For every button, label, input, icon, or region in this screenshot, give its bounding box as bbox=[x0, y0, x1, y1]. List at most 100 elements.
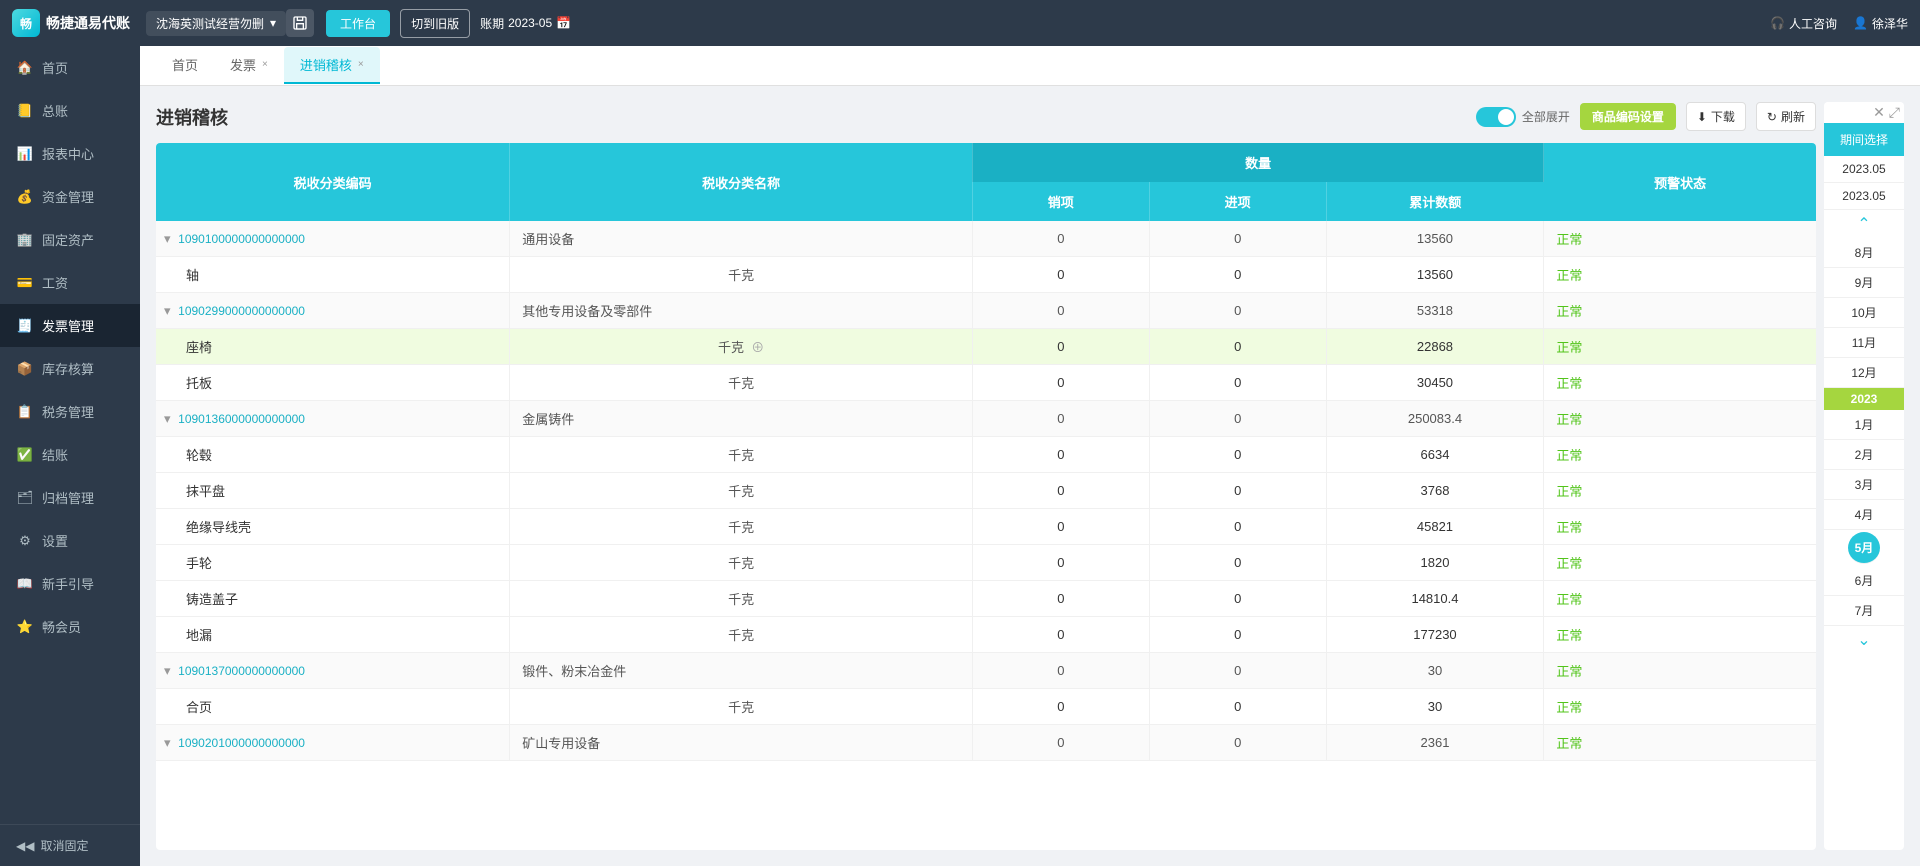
period-item-11[interactable]: 11月 bbox=[1824, 328, 1904, 358]
row-search-icon[interactable]: ⊕ bbox=[751, 340, 764, 355]
sidebar-item-inventory[interactable]: 📦 库存核算 bbox=[0, 347, 140, 390]
user-avatar-icon: 👤 bbox=[1853, 16, 1868, 30]
status-cell: 正常 bbox=[1544, 293, 1816, 329]
refresh-button[interactable]: ↻ 刷新 bbox=[1756, 102, 1816, 131]
period-info: 账期 2023-05 📅 bbox=[480, 15, 571, 32]
unit-cell: 千克 bbox=[510, 473, 973, 509]
sidebar-item-funds[interactable]: 💰 资金管理 bbox=[0, 175, 140, 218]
save-button[interactable] bbox=[286, 9, 314, 37]
purchase-cell: 0 bbox=[1149, 293, 1326, 329]
status-cell: 正常 bbox=[1544, 617, 1816, 653]
sidebar-label-payroll: 工资 bbox=[42, 273, 68, 292]
unit-cell: 千克 bbox=[510, 257, 973, 293]
collapse-icon[interactable]: ▾ bbox=[164, 411, 171, 426]
status-cell: 正常 bbox=[1544, 725, 1816, 761]
unit-cell: 千克 bbox=[510, 509, 973, 545]
purchase-cell: 0 bbox=[1149, 545, 1326, 581]
expand-toggle[interactable] bbox=[1476, 107, 1516, 127]
period-item-3[interactable]: 3月 bbox=[1824, 470, 1904, 500]
download-label: 下载 bbox=[1711, 108, 1735, 125]
company-selector[interactable]: 沈海英测试经营勿删 ▾ bbox=[146, 11, 286, 36]
unit-cell: 千克 ⊕ bbox=[510, 329, 973, 365]
sales-cell: 0 bbox=[972, 689, 1149, 725]
item-name-cell: 轮毂 bbox=[156, 437, 510, 473]
tab-reconcile[interactable]: 进销稽核 × bbox=[284, 47, 380, 84]
app-container: 畅 畅捷通易代账 沈海英测试经营勿删 ▾ 工作台 切到旧版 账期 2023-05… bbox=[0, 0, 1920, 866]
sidebar-item-settlement[interactable]: ✅ 结账 bbox=[0, 433, 140, 476]
period-item-5-active[interactable]: 5月 bbox=[1848, 532, 1880, 564]
sidebar-item-guide[interactable]: 📖 新手引导 bbox=[0, 562, 140, 605]
collapse-icon[interactable]: ▾ bbox=[164, 231, 171, 246]
sidebar-label-funds: 资金管理 bbox=[42, 187, 94, 206]
download-icon: ⬇ bbox=[1697, 110, 1707, 124]
status-cell: 正常 bbox=[1544, 581, 1816, 617]
panel-expand-icon[interactable]: ⤢ bbox=[1889, 104, 1900, 121]
top-right: 🎧 人工咨询 👤 徐泽华 bbox=[1770, 15, 1908, 32]
sidebar-item-member[interactable]: ⭐ 畅会员 bbox=[0, 605, 140, 648]
period-item-12[interactable]: 12月 bbox=[1824, 358, 1904, 388]
sidebar-item-home[interactable]: 🏠 首页 bbox=[0, 46, 140, 89]
period-item-9[interactable]: 9月 bbox=[1824, 268, 1904, 298]
tab-invoice-close[interactable]: × bbox=[262, 59, 268, 70]
tax-name-cell: 其他专用设备及零部件 bbox=[510, 293, 973, 329]
sales-cell: 0 bbox=[972, 653, 1149, 689]
sidebar-item-tax[interactable]: 📋 税务管理 bbox=[0, 390, 140, 433]
total-cell: 177230 bbox=[1326, 617, 1544, 653]
purchase-cell: 0 bbox=[1149, 473, 1326, 509]
sidebar-item-ledger[interactable]: 📒 总账 bbox=[0, 89, 140, 132]
sidebar-footer[interactable]: ◀◀ 取消固定 bbox=[0, 824, 140, 866]
unit-cell: 千克 bbox=[510, 437, 973, 473]
total-cell: 22868 bbox=[1326, 329, 1544, 365]
workbench-button[interactable]: 工作台 bbox=[326, 10, 390, 37]
collapse-icon[interactable]: ▾ bbox=[164, 303, 171, 318]
status-cell: 正常 bbox=[1544, 365, 1816, 401]
switch-version-button[interactable]: 切到旧版 bbox=[400, 9, 470, 38]
sidebar-item-reports[interactable]: 📊 报表中心 bbox=[0, 132, 140, 175]
period-item-2023-05-1[interactable]: 2023.05 bbox=[1824, 156, 1904, 183]
help-button[interactable]: 🎧 人工咨询 bbox=[1770, 15, 1837, 32]
scroll-down-button[interactable]: ⌄ bbox=[1824, 626, 1904, 654]
period-item-7[interactable]: 7月 bbox=[1824, 596, 1904, 626]
sidebar-label-invoice: 发票管理 bbox=[42, 316, 94, 335]
tab-reconcile-close[interactable]: × bbox=[358, 59, 364, 70]
refresh-label: 刷新 bbox=[1781, 108, 1805, 125]
guide-icon: 📖 bbox=[16, 575, 34, 593]
sidebar-item-payroll[interactable]: 💳 工资 bbox=[0, 261, 140, 304]
home-icon: 🏠 bbox=[16, 59, 34, 77]
download-button[interactable]: ⬇ 下载 bbox=[1686, 102, 1746, 131]
calendar-icon[interactable]: 📅 bbox=[556, 16, 571, 30]
period-item-10[interactable]: 10月 bbox=[1824, 298, 1904, 328]
tab-home[interactable]: 首页 bbox=[156, 47, 214, 84]
period-item-8[interactable]: 8月 bbox=[1824, 238, 1904, 268]
period-item-6[interactable]: 6月 bbox=[1824, 566, 1904, 596]
total-cell: 250083.4 bbox=[1326, 401, 1544, 437]
status-cell: 正常 bbox=[1544, 689, 1816, 725]
sidebar-item-archive[interactable]: 🗂 归档管理 bbox=[0, 476, 140, 519]
user-info[interactable]: 👤 徐泽华 bbox=[1853, 15, 1908, 32]
period-item-1[interactable]: 1月 bbox=[1824, 410, 1904, 440]
collapse-icon[interactable]: ▾ bbox=[164, 663, 171, 678]
th-tax-code: 税收分类编码 bbox=[156, 143, 510, 221]
year-2023[interactable]: 2023 bbox=[1824, 388, 1904, 410]
total-cell: 3768 bbox=[1326, 473, 1544, 509]
sidebar-item-settings[interactable]: ⚙ 设置 bbox=[0, 519, 140, 562]
product-code-button[interactable]: 商品编码设置 bbox=[1580, 103, 1676, 130]
tax-name-cell: 矿山专用设备 bbox=[510, 725, 973, 761]
status-cell: 正常 bbox=[1544, 401, 1816, 437]
period-item-4[interactable]: 4月 bbox=[1824, 500, 1904, 530]
sidebar-item-assets[interactable]: 🏢 固定资产 bbox=[0, 218, 140, 261]
sidebar-label-inventory: 库存核算 bbox=[42, 359, 94, 378]
collapse-icon[interactable]: ▾ bbox=[164, 735, 171, 750]
panel-close-icon[interactable]: ✕ bbox=[1873, 104, 1885, 121]
tax-name-cell: 锻件、粉末冶金件 bbox=[510, 653, 973, 689]
period-item-2023-05-2[interactable]: 2023.05 bbox=[1824, 183, 1904, 210]
sidebar-item-invoice[interactable]: 🧾 发票管理 bbox=[0, 304, 140, 347]
item-name-cell: 铸造盖子 bbox=[156, 581, 510, 617]
item-name-cell: 合页 bbox=[156, 689, 510, 725]
sales-cell: 0 bbox=[972, 221, 1149, 257]
page-content: 进销稽核 全部展开 商品编码设置 ⬇ 下载 bbox=[140, 86, 1920, 866]
tab-invoice[interactable]: 发票 × bbox=[214, 47, 284, 84]
item-name-cell: 抹平盘 bbox=[156, 473, 510, 509]
scroll-up-button[interactable]: ⌃ bbox=[1824, 210, 1904, 238]
period-item-2[interactable]: 2月 bbox=[1824, 440, 1904, 470]
